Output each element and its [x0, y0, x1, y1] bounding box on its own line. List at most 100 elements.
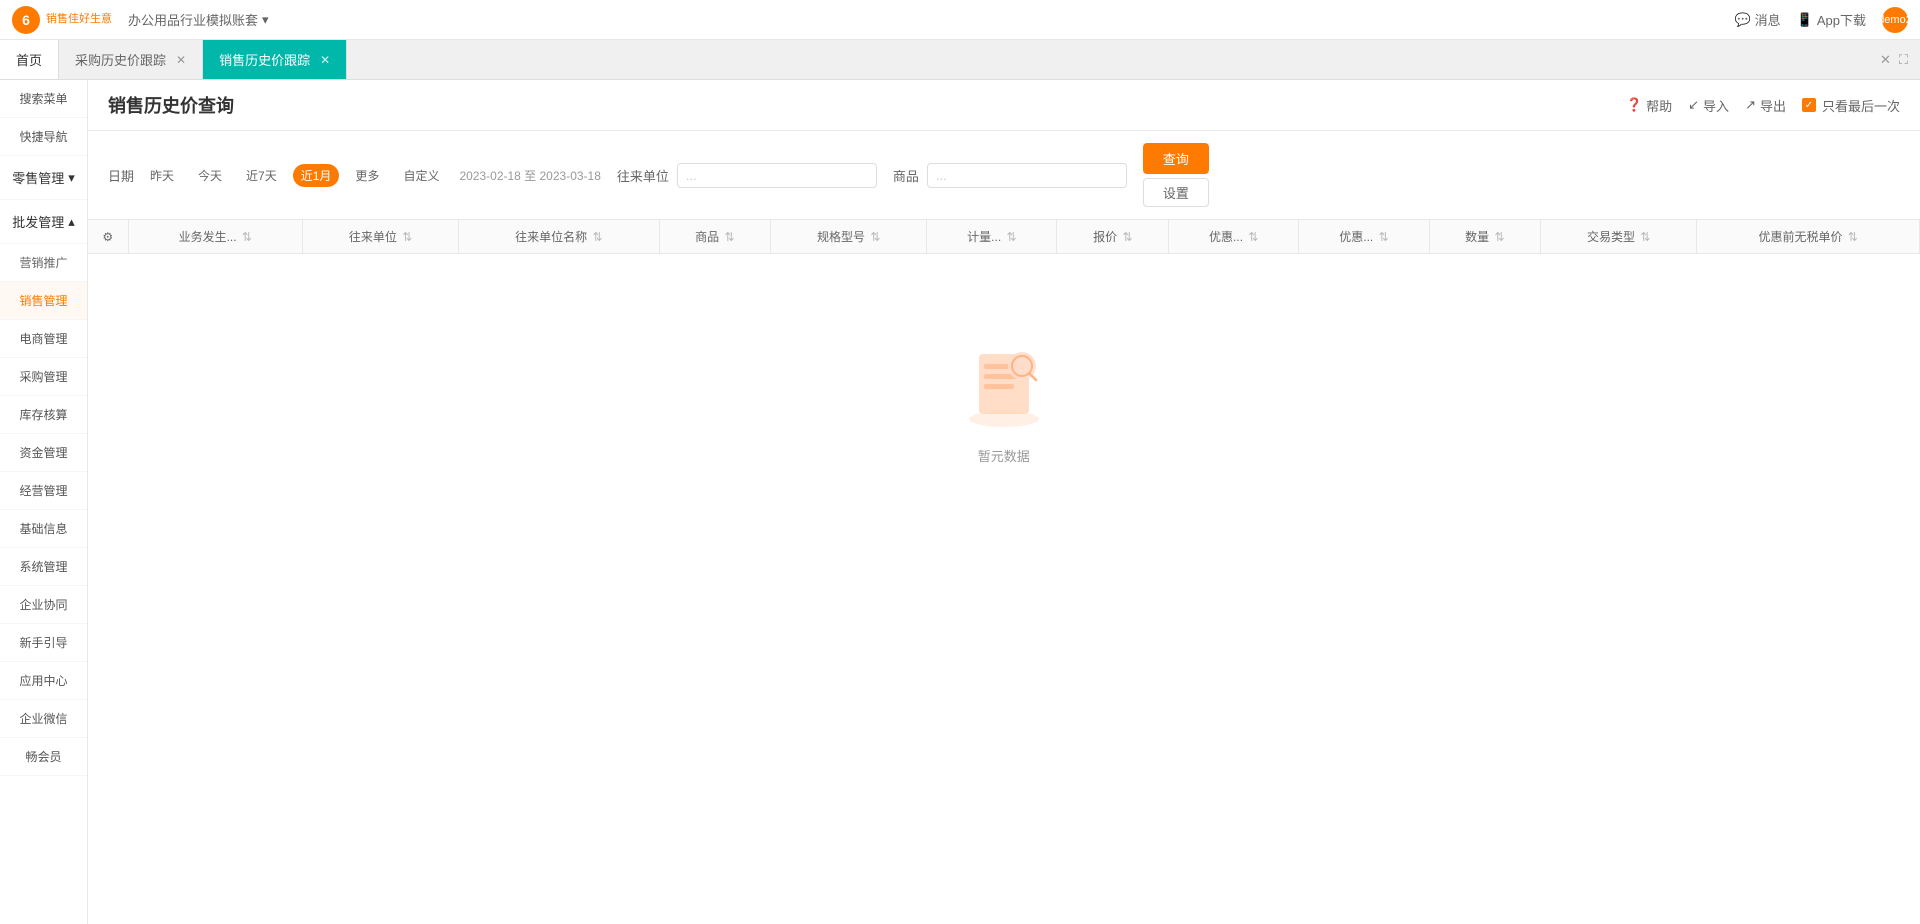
- sidebar-item-operations[interactable]: 经营管理: [0, 472, 87, 510]
- tab-purchase-history-close[interactable]: ✕: [176, 53, 186, 67]
- message-icon: 💬: [1734, 12, 1750, 28]
- message-button[interactable]: 💬 消息: [1734, 10, 1780, 29]
- tab-spacer: [347, 40, 1868, 79]
- user-menu[interactable]: demo2: [1882, 7, 1908, 33]
- tab-sales-history-close[interactable]: ✕: [320, 53, 330, 67]
- tab-sales-history[interactable]: 销售历史价跟踪 ✕: [203, 40, 347, 79]
- date-btn-today[interactable]: 今天: [190, 164, 230, 187]
- tab-sales-history-label: 销售历史价跟踪: [219, 50, 310, 69]
- sort-icon-quantity: ⇅: [1495, 230, 1505, 244]
- product-input-value: ...: [936, 168, 947, 183]
- date-btn-more[interactable]: 更多: [347, 164, 387, 187]
- th-unit[interactable]: 计量... ⇅: [927, 220, 1057, 254]
- message-label: 消息: [1755, 10, 1781, 29]
- help-icon: ❓: [1626, 97, 1642, 113]
- tab-home[interactable]: 首页: [0, 40, 59, 79]
- table-header-row: ⚙ 业务发生... ⇅ 往来单位 ⇅ 往来单位名称 ⇅: [88, 220, 1920, 254]
- sidebar-item-shortcuts[interactable]: 快捷导航: [0, 118, 87, 156]
- export-label: 导出: [1760, 96, 1786, 115]
- tab-maximize-icon[interactable]: ⛶: [1899, 52, 1908, 68]
- avatar: demo2: [1882, 7, 1908, 33]
- sidebar: 搜索菜单 快捷导航 零售管理 ▾ 批发管理 ▴ 营销推广 销售管理 电商管理 采…: [0, 80, 88, 924]
- sidebar-item-search[interactable]: 搜索菜单: [0, 80, 87, 118]
- tab-minimize-icon[interactable]: ✕: [1880, 52, 1891, 68]
- app-icon: 📱: [1797, 12, 1813, 28]
- sidebar-item-app-center[interactable]: 应用中心: [0, 662, 87, 700]
- settings-icon[interactable]: ⚙: [102, 230, 113, 244]
- partner-input-value: ...: [686, 168, 697, 183]
- checkbox-icon: ✓: [1802, 98, 1816, 112]
- empty-state: 暂元数据: [88, 254, 1920, 545]
- app-label: App下载: [1817, 10, 1866, 29]
- tabbar: 首页 采购历史价跟踪 ✕ 销售历史价跟踪 ✕ ✕ ⛶: [0, 40, 1920, 80]
- sidebar-item-enterprise[interactable]: 企业协同: [0, 586, 87, 624]
- th-quantity[interactable]: 数量 ⇅: [1429, 220, 1541, 254]
- date-btn-1month[interactable]: 近1月: [293, 164, 340, 187]
- th-discount2[interactable]: 优惠... ⇅: [1299, 220, 1429, 254]
- sort-icon-partner-code: ⇅: [402, 230, 412, 244]
- date-btn-yesterday[interactable]: 昨天: [142, 164, 182, 187]
- logo-text: 销售佳好生意: [46, 13, 112, 26]
- basic-info-label: 基础信息: [19, 522, 67, 536]
- sort-icon-discount1: ⇅: [1248, 230, 1258, 244]
- th-product[interactable]: 商品 ⇅: [659, 220, 771, 254]
- sidebar-item-guide[interactable]: 新手引导: [0, 624, 87, 662]
- th-trade-type[interactable]: 交易类型 ⇅: [1541, 220, 1697, 254]
- guide-label: 新手引导: [19, 636, 67, 650]
- export-icon: ↗: [1745, 97, 1756, 113]
- th-partner-code[interactable]: 往来单位 ⇅: [303, 220, 459, 254]
- product-input[interactable]: ...: [927, 163, 1127, 188]
- last-only-checkbox[interactable]: ✓ 只看最后一次: [1802, 96, 1900, 115]
- query-button[interactable]: 查询: [1143, 143, 1209, 174]
- sidebar-item-system[interactable]: 系统管理: [0, 548, 87, 586]
- date-btn-7days[interactable]: 近7天: [238, 164, 285, 187]
- th-price[interactable]: 报价 ⇅: [1057, 220, 1169, 254]
- logo-area: 6 销售佳好生意: [12, 6, 112, 34]
- th-biz-date[interactable]: 业务发生... ⇅: [128, 220, 303, 254]
- sidebar-item-finance[interactable]: 资金管理: [0, 434, 87, 472]
- date-btn-custom[interactable]: 自定义: [395, 164, 447, 187]
- empty-illustration: [954, 334, 1054, 434]
- wholesale-arrow: ▴: [68, 214, 75, 230]
- import-button[interactable]: ↙ 导入: [1688, 96, 1729, 115]
- sidebar-item-purchase[interactable]: 采购管理: [0, 358, 87, 396]
- sort-icon-unit: ⇅: [1007, 230, 1017, 244]
- sort-icon-biz-date: ⇅: [242, 230, 252, 244]
- sidebar-item-inventory[interactable]: 库存核算: [0, 396, 87, 434]
- th-discount1[interactable]: 优惠... ⇅: [1169, 220, 1299, 254]
- wechat-label: 企业微信: [19, 712, 67, 726]
- th-pre-tax[interactable]: 优惠前无税单价 ⇅: [1697, 220, 1920, 254]
- date-filter-group: 日期 昨天 今天 近7天 近1月 更多 自定义 2023-02-18 至 202…: [108, 164, 601, 187]
- page-title: 销售历史价查询: [108, 92, 234, 118]
- sidebar-item-retail[interactable]: 零售管理 ▾: [0, 156, 87, 200]
- th-spec[interactable]: 规格型号 ⇅: [771, 220, 927, 254]
- help-button[interactable]: ❓ 帮助: [1626, 96, 1672, 115]
- tab-home-label: 首页: [16, 50, 42, 69]
- sidebar-item-marketing[interactable]: 营销推广: [0, 244, 87, 282]
- sidebar-item-sales-mgmt[interactable]: 销售管理: [0, 282, 87, 320]
- content-area: 销售历史价查询 ❓ 帮助 ↙ 导入 ↗ 导出 ✓ 只看最后一次: [88, 80, 1920, 924]
- tab-actions: ✕ ⛶: [1868, 40, 1920, 79]
- retail-arrow: ▾: [68, 170, 75, 186]
- help-label: 帮助: [1646, 96, 1672, 115]
- empty-text: 暂元数据: [978, 446, 1030, 465]
- sidebar-item-wholesale[interactable]: 批发管理 ▴: [0, 200, 87, 244]
- sidebar-item-member[interactable]: 畅会员: [0, 738, 87, 776]
- search-label: 搜索菜单: [19, 92, 67, 106]
- sidebar-item-basic-info[interactable]: 基础信息: [0, 510, 87, 548]
- workspace-selector[interactable]: 办公用品行业模拟账套 ▾: [120, 6, 277, 33]
- partner-input[interactable]: ...: [677, 163, 877, 188]
- import-label: 导入: [1703, 96, 1729, 115]
- ecommerce-label: 电商管理: [19, 332, 67, 346]
- settings-button[interactable]: 设置: [1143, 178, 1209, 207]
- sidebar-item-wechat[interactable]: 企业微信: [0, 700, 87, 738]
- export-button[interactable]: ↗ 导出: [1745, 96, 1786, 115]
- app-download-button[interactable]: 📱 App下载: [1797, 10, 1866, 29]
- wholesale-label: 批发管理: [12, 212, 64, 231]
- filter-bar: 日期 昨天 今天 近7天 近1月 更多 自定义 2023-02-18 至 202…: [88, 131, 1920, 220]
- th-settings: ⚙: [88, 220, 128, 254]
- tab-purchase-history[interactable]: 采购历史价跟踪 ✕: [59, 40, 203, 79]
- sidebar-item-ecommerce[interactable]: 电商管理: [0, 320, 87, 358]
- th-partner-name[interactable]: 往来单位名称 ⇅: [459, 220, 659, 254]
- inventory-label: 库存核算: [19, 408, 67, 422]
